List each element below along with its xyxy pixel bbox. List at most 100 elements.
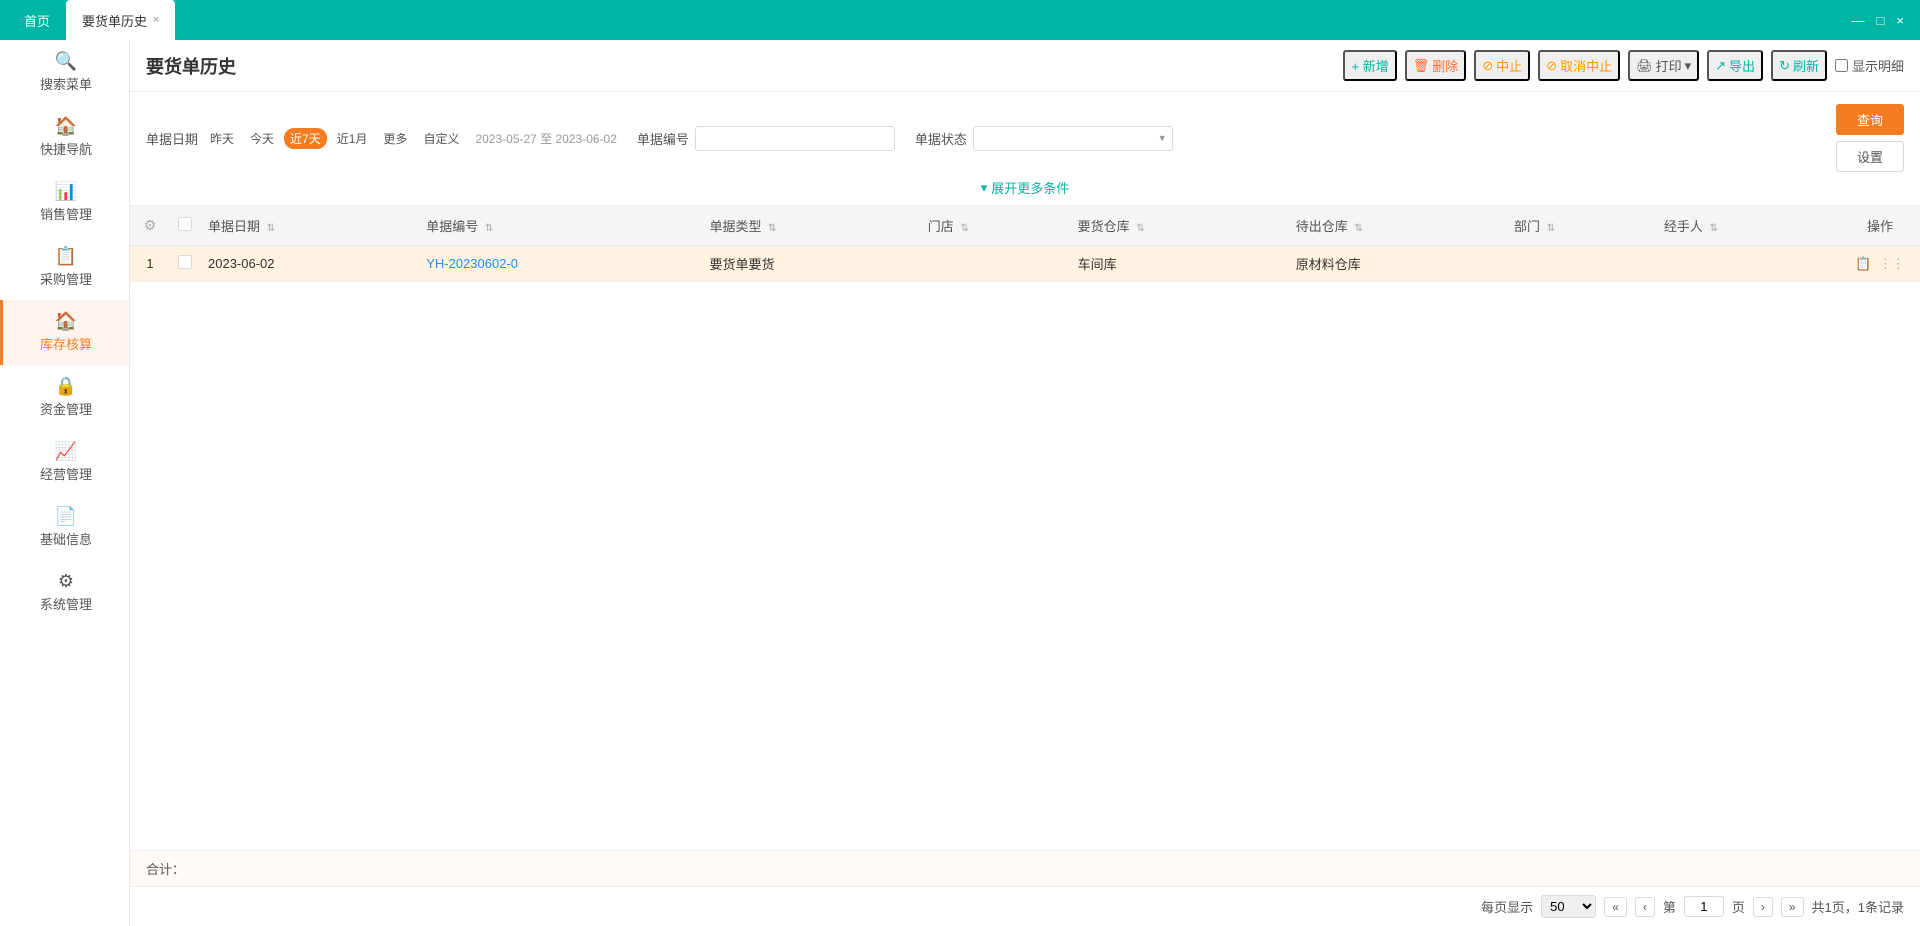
date-range-display: 2023-05-27 至 2023-06-02 (475, 130, 616, 147)
last-page-btn[interactable]: » (1781, 897, 1804, 917)
col-req-warehouse[interactable]: 要货仓库 ⇅ (1070, 206, 1288, 246)
sidebar-label-purchase: 采购管理 (40, 269, 92, 288)
refresh-icon: ↻ (1779, 58, 1790, 74)
per-page-select[interactable]: 50 100 (1541, 895, 1596, 918)
delete-button[interactable]: 🗑 删除 (1405, 50, 1467, 81)
col-pending-warehouse[interactable]: 待出仓库 ⇅ (1288, 206, 1506, 246)
col-bill-no[interactable]: 单据编号 ⇅ (418, 206, 701, 246)
filter-area: 单据日期 昨天 今天 近7天 近1月 更多 自定义 2023-05-27 至 2… (130, 92, 1920, 206)
sidebar-item-finance[interactable]: 🔒 资金管理 (0, 365, 129, 430)
sort-handler-icon: ⇅ (1710, 223, 1718, 234)
sidebar-item-inventory[interactable]: 🏠 库存核算 (0, 300, 129, 365)
sort-pending-warehouse-icon: ⇅ (1354, 223, 1362, 234)
export-button[interactable]: ↗ 导出 (1707, 50, 1763, 81)
col-store[interactable]: 门店 ⇅ (920, 206, 1070, 246)
sales-icon: 📊 (55, 182, 77, 200)
date-btn-today[interactable]: 今天 (244, 128, 280, 149)
status-select[interactable] (973, 126, 1173, 151)
window-controls: — □ × (1852, 13, 1920, 28)
sidebar-item-sales[interactable]: 📊 销售管理 (0, 170, 129, 235)
new-button[interactable]: + 新增 (1343, 50, 1396, 81)
sidebar-item-operations[interactable]: 📈 经营管理 (0, 430, 129, 495)
tab-active[interactable]: 要货单历史 × (66, 0, 175, 40)
stop-button[interactable]: ⊘ 中止 (1474, 50, 1530, 81)
col-bill-type[interactable]: 单据类型 ⇅ (702, 206, 920, 246)
first-page-btn[interactable]: « (1604, 897, 1627, 917)
finance-icon: 🔒 (55, 377, 77, 395)
row-more-icon[interactable]: ⋮⋮ (1879, 256, 1905, 271)
next-page-btn[interactable]: › (1753, 897, 1773, 917)
pending-warehouse-cell: 原材料仓库 (1288, 246, 1506, 282)
bill-date-label: 单据日期 (146, 129, 198, 148)
date-btn-7days[interactable]: 近7天 (284, 128, 327, 149)
prev-page-btn[interactable]: ‹ (1635, 897, 1655, 917)
row-ops-cell: 📋 ⋮⋮ (1840, 246, 1920, 282)
per-page-label: 每页显示 (1481, 897, 1533, 916)
date-btn-more[interactable]: 更多 (377, 128, 413, 149)
bill-no-link[interactable]: YH-20230602-0 (426, 256, 518, 271)
date-btn-custom[interactable]: 自定义 (417, 128, 465, 149)
maximize-btn[interactable]: □ (1877, 13, 1885, 28)
tab-home[interactable]: 首页 (8, 0, 66, 40)
col-handler[interactable]: 经手人 ⇅ (1656, 206, 1840, 246)
bill-no-cell[interactable]: YH-20230602-0 (418, 246, 701, 282)
bill-no-input[interactable] (695, 126, 895, 151)
sidebar-item-search-menu[interactable]: 🔍 搜索菜单 (0, 40, 129, 105)
select-all-checkbox[interactable] (178, 217, 192, 231)
column-settings-icon[interactable]: ⚙ (144, 217, 157, 233)
expand-more-btn[interactable]: ▾ 展开更多条件 (146, 178, 1904, 197)
cancel-stop-button[interactable]: ⊘ 取消中止 (1538, 50, 1620, 81)
row-checkbox[interactable] (178, 255, 192, 269)
table-container[interactable]: ⚙ 单据日期 ⇅ 单据编号 ⇅ (130, 206, 1920, 850)
basic-info-icon: 📄 (55, 507, 77, 525)
page-header: 要货单历史 + 新增 🗑 删除 ⊘ 中止 ⊘ 取消中止 🖨 打印 (130, 40, 1920, 92)
row-checkbox-cell (170, 246, 200, 282)
status-select-wrapper (973, 126, 1173, 151)
filter-actions: 查询 设置 (1836, 104, 1904, 172)
page-title: 要货单历史 (146, 53, 236, 79)
status-label: 单据状态 (915, 129, 967, 148)
sidebar-item-system[interactable]: ⚙ 系统管理 (0, 560, 129, 625)
col-department[interactable]: 部门 ⇅ (1506, 206, 1656, 246)
table-row[interactable]: 1 2023-06-02 YH-20230602-0 要货单要货 车间库 原材料… (130, 246, 1920, 282)
print-button[interactable]: 🖨 打印 ▾ (1628, 50, 1699, 81)
display-detail-toggle[interactable]: 显示明细 (1835, 56, 1904, 75)
bill-no-label: 单据编号 (637, 129, 689, 148)
inventory-icon: 🏠 (55, 312, 77, 330)
sidebar-item-basic-info[interactable]: 📄 基础信息 (0, 495, 129, 560)
date-btn-yesterday[interactable]: 昨天 (204, 128, 240, 149)
header-actions: + 新增 🗑 删除 ⊘ 中止 ⊘ 取消中止 🖨 打印 ▾ (1343, 50, 1904, 81)
settings-button[interactable]: 设置 (1836, 141, 1904, 172)
row-num-cell: 1 (130, 246, 170, 282)
col-bill-date[interactable]: 单据日期 ⇅ (200, 206, 418, 246)
close-btn[interactable]: × (1896, 13, 1904, 28)
expand-icon: ▾ (981, 180, 988, 196)
tab-close-icon[interactable]: × (153, 14, 159, 26)
page-input[interactable]: 1 (1684, 896, 1724, 917)
display-detail-checkbox[interactable] (1835, 59, 1848, 72)
col-settings: ⚙ (130, 206, 170, 246)
pagination: 每页显示 50 100 « ‹ 第 1 页 › » 共1页，1条记录 (130, 886, 1920, 926)
department-cell (1506, 246, 1656, 282)
bill-no-filter-group: 单据编号 (637, 126, 895, 151)
content-area: 要货单历史 + 新增 🗑 删除 ⊘ 中止 ⊘ 取消中止 🖨 打印 (130, 40, 1920, 926)
print-icon: 🖨 (1636, 58, 1653, 74)
sort-bill-no-icon: ⇅ (485, 223, 493, 234)
date-btn-1month[interactable]: 近1月 (331, 128, 374, 149)
sidebar-item-purchase[interactable]: 📋 采购管理 (0, 235, 129, 300)
sidebar-label-search-menu: 搜索菜单 (40, 74, 92, 93)
col-operations: 操作 (1840, 206, 1920, 246)
status-filter-group: 单据状态 (915, 126, 1173, 151)
sort-department-icon: ⇅ (1547, 223, 1555, 234)
query-button[interactable]: 查询 (1836, 104, 1904, 135)
sort-bill-type-icon: ⇅ (768, 223, 776, 234)
filter-row-1: 单据日期 昨天 今天 近7天 近1月 更多 自定义 2023-05-27 至 2… (146, 104, 1904, 172)
sidebar-label-operations: 经营管理 (40, 464, 92, 483)
sidebar-item-quick-nav[interactable]: 🏠 快捷导航 (0, 105, 129, 170)
delete-icon: 🗑 (1413, 58, 1430, 74)
refresh-button[interactable]: ↻ 刷新 (1771, 50, 1827, 81)
minimize-btn[interactable]: — (1852, 13, 1865, 28)
req-warehouse-cell: 车间库 (1070, 246, 1288, 282)
page-label: 第 (1663, 897, 1676, 916)
row-edit-icon[interactable]: 📋 (1855, 256, 1871, 271)
